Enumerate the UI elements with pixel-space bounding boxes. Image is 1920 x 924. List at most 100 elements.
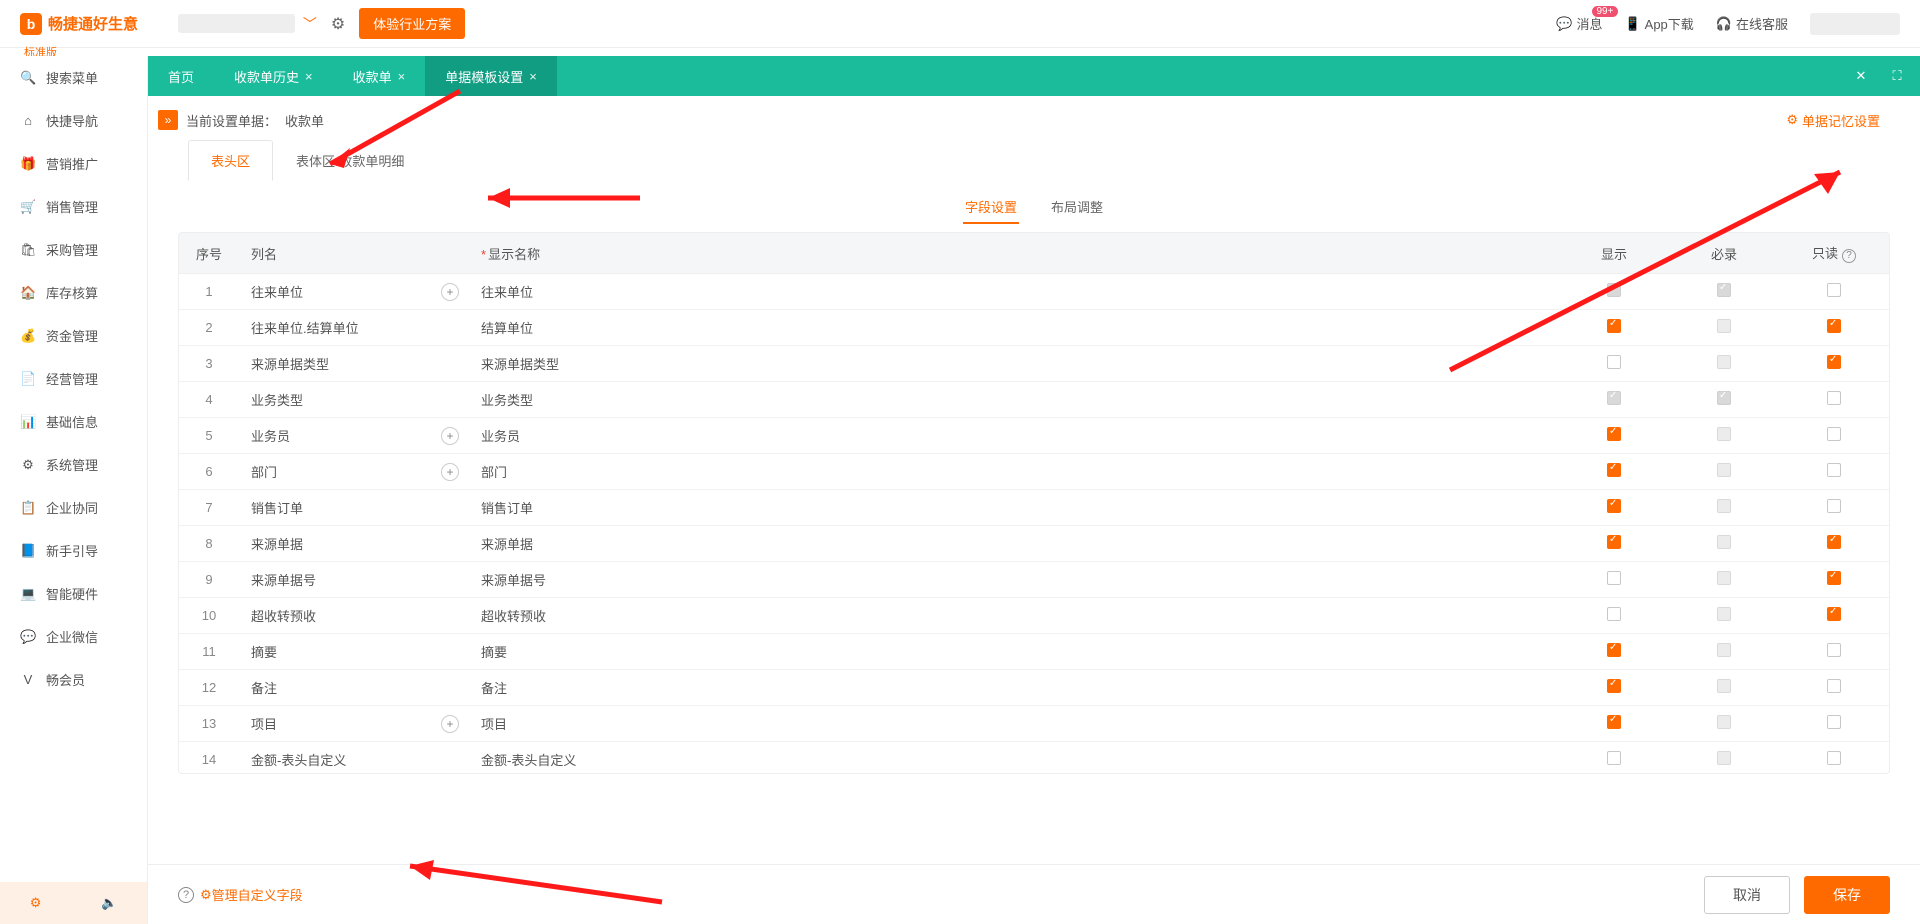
checkbox[interactable] (1827, 715, 1841, 729)
checkbox[interactable] (1607, 355, 1621, 369)
section-tab-header[interactable]: 表头区 (188, 140, 273, 181)
checkbox[interactable] (1827, 319, 1841, 333)
nav-label: 智能硬件 (46, 584, 98, 603)
sub-tab-layout[interactable]: 布局调整 (1049, 191, 1105, 224)
leftnav-item[interactable]: 🏠库存核算 (0, 271, 147, 314)
table-row: 6部门+部门 (179, 454, 1889, 490)
checkbox[interactable] (1607, 751, 1621, 765)
row-dispname[interactable]: 金额-表头自定义 (469, 742, 1559, 774)
fullscreen-icon[interactable]: ⛶ (1882, 61, 1912, 91)
checkbox (1717, 751, 1731, 765)
page-tab[interactable]: 首页 (148, 56, 214, 96)
tab-close-icon[interactable]: × (305, 69, 313, 84)
sound-icon[interactable]: 🔈 (101, 895, 117, 911)
checkbox[interactable] (1827, 391, 1841, 405)
row-dispname[interactable]: 超收转预收 (469, 598, 1559, 634)
checkbox[interactable] (1607, 679, 1621, 693)
memory-setting-link[interactable]: ⚙ 单据记忆设置 (1786, 111, 1880, 130)
leftnav-item[interactable]: 💰资金管理 (0, 314, 147, 357)
row-dispname[interactable]: 业务类型 (469, 382, 1559, 418)
add-field-icon[interactable]: + (441, 427, 459, 445)
nav-label: 资金管理 (46, 326, 98, 345)
messages-link[interactable]: 💬 消息 99+ (1556, 14, 1602, 33)
row-dispname[interactable]: 往来单位 (469, 274, 1559, 310)
gear-icon[interactable]: ⚙ (30, 895, 42, 911)
leftnav-item[interactable]: 🛒销售管理 (0, 185, 147, 228)
checkbox[interactable] (1827, 427, 1841, 441)
checkbox[interactable] (1827, 643, 1841, 657)
row-req (1669, 670, 1779, 706)
checkbox[interactable] (1607, 463, 1621, 477)
tab-close-icon[interactable]: × (398, 69, 406, 84)
page-tab[interactable]: 单据模板设置× (425, 56, 557, 96)
page-tab[interactable]: 收款单× (333, 56, 426, 96)
tab-close-icon[interactable]: × (529, 69, 537, 84)
save-button[interactable]: 保存 (1804, 876, 1890, 914)
row-dispname[interactable]: 来源单据 (469, 526, 1559, 562)
crumb-doc[interactable]: 收款单 (285, 111, 324, 130)
checkbox[interactable] (1607, 319, 1621, 333)
row-dispname[interactable]: 销售订单 (469, 490, 1559, 526)
row-show (1559, 634, 1669, 670)
leftnav-item[interactable]: 🔍搜索菜单 (0, 56, 147, 99)
leftnav-item[interactable]: V畅会员 (0, 658, 147, 701)
checkbox[interactable] (1607, 427, 1621, 441)
checkbox[interactable] (1607, 535, 1621, 549)
collapse-toggle-icon[interactable]: » (158, 110, 178, 130)
user-avatar-masked[interactable] (1810, 13, 1900, 35)
checkbox[interactable] (1607, 499, 1621, 513)
row-dispname[interactable]: 项目 (469, 706, 1559, 742)
row-dispname[interactable]: 结算单位 (469, 310, 1559, 346)
trial-button[interactable]: 体验行业方案 (359, 8, 465, 39)
checkbox[interactable] (1827, 535, 1841, 549)
settings-icon[interactable]: ⚙ (331, 14, 345, 34)
leftnav-item[interactable]: ⚙系统管理 (0, 443, 147, 486)
leftnav-item[interactable]: 📋企业协同 (0, 486, 147, 529)
checkbox[interactable] (1607, 571, 1621, 585)
checkbox[interactable] (1827, 679, 1841, 693)
tab-close-all-icon[interactable]: ✕ (1846, 61, 1876, 91)
checkbox[interactable] (1827, 463, 1841, 477)
row-dispname[interactable]: 备注 (469, 670, 1559, 706)
checkbox[interactable] (1607, 643, 1621, 657)
row-dispname[interactable]: 摘要 (469, 634, 1559, 670)
org-selector[interactable]: ████ ﹀ (178, 14, 317, 34)
leftnav-item[interactable]: 📊基础信息 (0, 400, 147, 443)
table-row: 13项目+项目 (179, 706, 1889, 742)
question-icon[interactable]: ? (178, 887, 194, 903)
leftnav-item[interactable]: 🛍采购管理 (0, 228, 147, 271)
row-readonly (1779, 742, 1889, 774)
leftnav-item[interactable]: ⌂快捷导航 (0, 99, 147, 142)
leftnav-item[interactable]: 📄经营管理 (0, 357, 147, 400)
add-field-icon[interactable]: + (441, 715, 459, 733)
checkbox[interactable] (1607, 607, 1621, 621)
row-dispname[interactable]: 部门 (469, 454, 1559, 490)
checkbox[interactable] (1827, 499, 1841, 513)
customer-service-link[interactable]: 🎧 在线客服 (1716, 14, 1788, 33)
page-tab[interactable]: 收款单历史× (214, 56, 333, 96)
section-tab-body[interactable]: 表体区-收款单明细 (273, 140, 427, 181)
row-dispname[interactable]: 来源单据号 (469, 562, 1559, 598)
row-dispname[interactable]: 业务员 (469, 418, 1559, 454)
row-dispname[interactable]: 来源单据类型 (469, 346, 1559, 382)
checkbox[interactable] (1827, 607, 1841, 621)
app-download-link[interactable]: 📱 App下载 (1624, 14, 1693, 33)
row-colname: 业务员+ (239, 418, 469, 454)
checkbox (1717, 535, 1731, 549)
cancel-button[interactable]: 取消 (1704, 876, 1790, 914)
help-icon[interactable]: ? (1842, 249, 1856, 263)
leftnav-item[interactable]: 🎁营销推广 (0, 142, 147, 185)
add-field-icon[interactable]: + (441, 283, 459, 301)
sub-tab-fields[interactable]: 字段设置 (963, 191, 1019, 224)
checkbox[interactable] (1827, 571, 1841, 585)
checkbox[interactable] (1827, 355, 1841, 369)
checkbox[interactable] (1827, 751, 1841, 765)
add-field-icon[interactable]: + (441, 463, 459, 481)
leftnav-item[interactable]: 📘新手引导 (0, 529, 147, 572)
leftnav-item[interactable]: 💬企业微信 (0, 615, 147, 658)
leftnav-item[interactable]: 💻智能硬件 (0, 572, 147, 615)
checkbox[interactable] (1607, 715, 1621, 729)
checkbox[interactable] (1827, 283, 1841, 297)
row-show (1559, 490, 1669, 526)
manage-custom-fields-link[interactable]: 管理自定义字段 (212, 885, 303, 904)
